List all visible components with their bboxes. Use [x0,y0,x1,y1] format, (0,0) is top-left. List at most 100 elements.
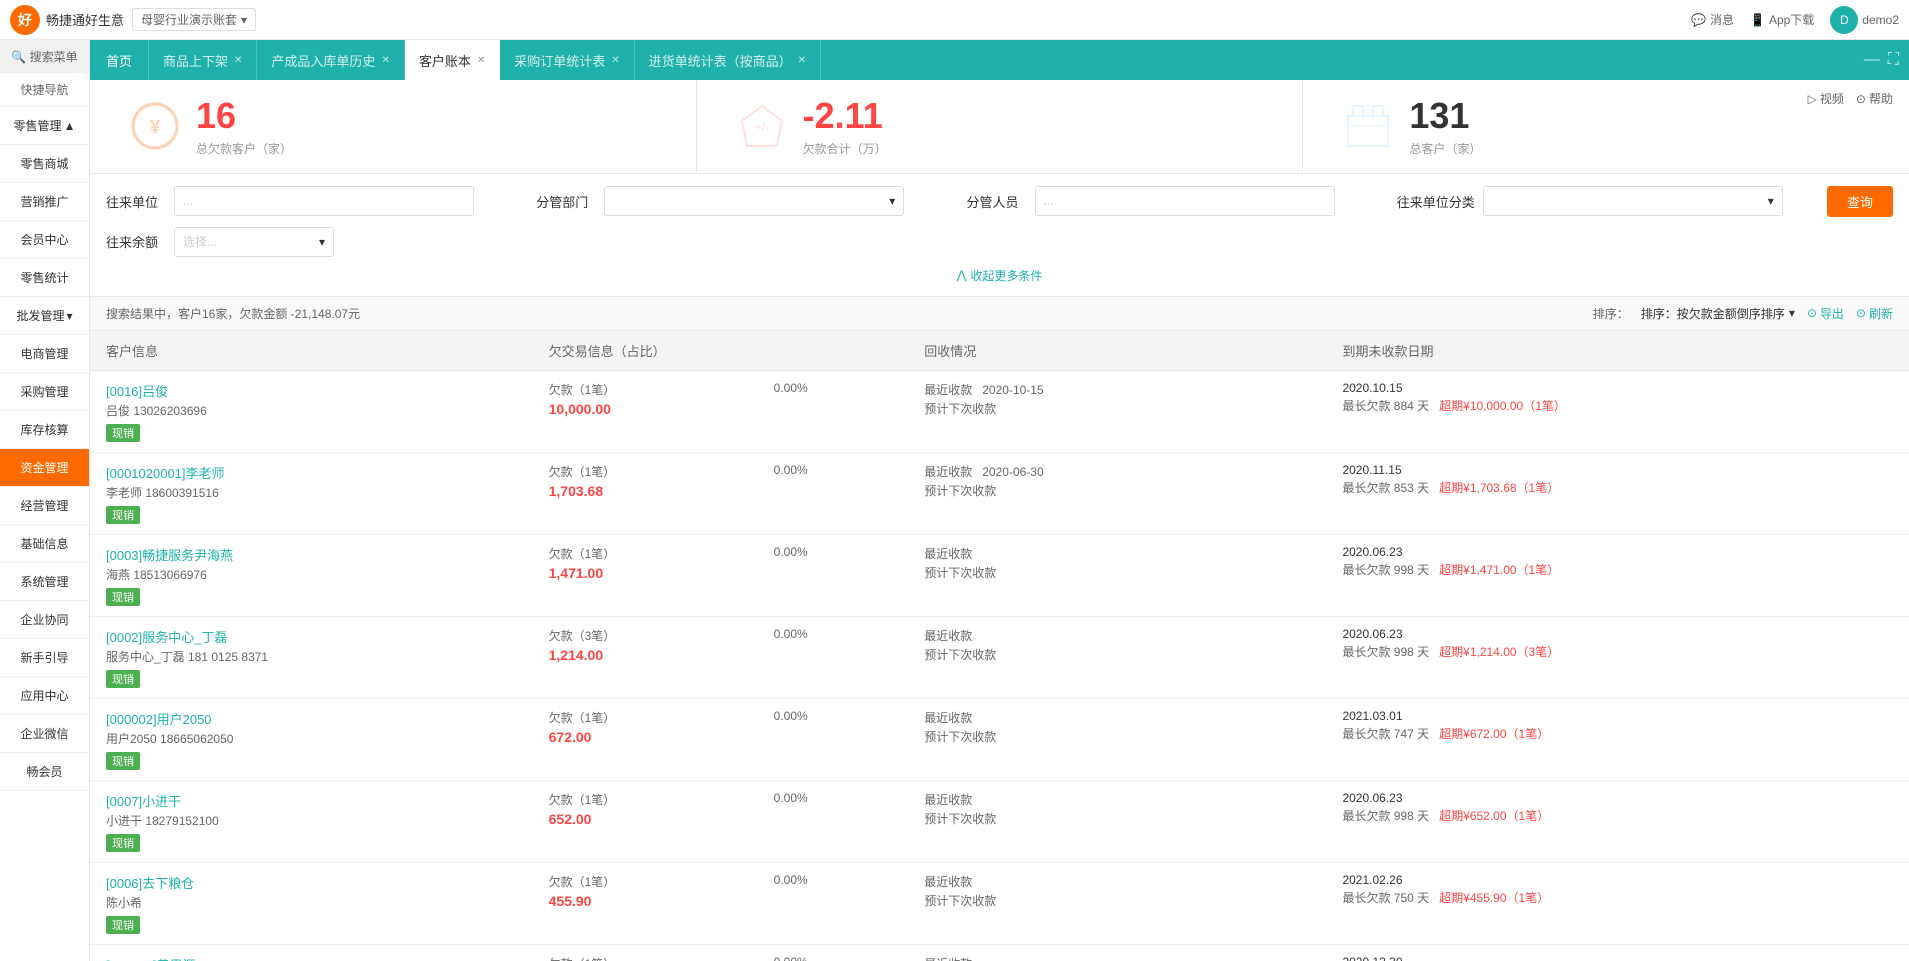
message-btn[interactable]: 💬 消息 [1691,11,1734,28]
sidebar-item-label: 营销推广 [20,195,68,209]
tab-product-shelf[interactable]: 商品上下架 ✕ [149,40,257,80]
collection-info: 最近收款 预计下次收款 [924,627,1237,663]
person-input[interactable]: ... [1035,186,1335,216]
sidebar-item-guide[interactable]: 新手引导 [0,639,89,677]
tab-purchase-stats[interactable]: 采购订单统计表 ✕ [500,40,634,80]
overdue-date: 2020.06.23 [1342,791,1893,805]
overdue-info: 2020.12.30 最长欠款 808 天 超期¥429.00（1笔） [1342,955,1893,961]
sidebar-item-label: 批发管理 [16,307,64,324]
search-button[interactable]: 查询 [1827,186,1893,217]
sidebar-item-ecommerce[interactable]: 电商管理 [0,335,89,373]
overdue-link[interactable]: 超期¥672.00（1笔） [1439,727,1549,741]
customer-name-link[interactable]: [000002]用户2050 [106,712,212,727]
sidebar-item-retail-stats[interactable]: 零售统计 [0,259,89,297]
app-download-btn[interactable]: 📱 App下载 [1750,11,1814,28]
export-btn[interactable]: ⊙ 导出 [1807,305,1844,322]
minimize-btn[interactable]: — [1864,51,1880,69]
customer-name-link[interactable]: [0016]吕俊 [106,384,168,399]
sidebar-item-app-center[interactable]: 应用中心 [0,677,89,715]
tab-purchase-product-stats[interactable]: 进货单统计表（按商品） ✕ [635,40,821,80]
tab-customer-account[interactable]: 客户账本 ✕ [405,40,500,80]
debt-count: 欠款（3笔） [549,627,742,644]
close-icon[interactable]: ✕ [381,55,389,66]
debt-percent: 0.00% [774,873,893,887]
overdue-link[interactable]: 超期¥455.90（1笔） [1439,891,1549,905]
sidebar-item-member[interactable]: 会员中心 [0,221,89,259]
next-collection: 预计下次收款 [924,810,1237,827]
overdue-cell: 2020.11.15 最长欠款 853 天 超期¥1,703.68（1笔） [1326,452,1909,534]
sidebar-item-wechat[interactable]: 企业微信 [0,715,89,753]
overdue-link[interactable]: 超期¥652.00（1笔） [1439,809,1549,823]
tab-home-label: 首页 [106,51,132,70]
maximize-btn[interactable]: ⛶ [1888,51,1899,69]
help-link[interactable]: ⊙ 帮助 [1856,90,1893,107]
sort-select[interactable]: 排序：按欠款金额倒序排序 ▾ [1641,305,1795,322]
sidebar-search[interactable]: 🔍 搜索菜单 [0,40,89,73]
sidebar-item-basic-info[interactable]: 基础信息 [0,525,89,563]
debt-percent-cell: 0.00% [758,452,909,534]
sidebar-item-inventory[interactable]: 库存核算 [0,411,89,449]
overdue-link[interactable]: 超期¥10,000.00（1笔） [1439,399,1566,413]
sidebar-item-batch-mgmt[interactable]: 批发管理 ▾ [0,297,89,335]
help-icon: ⊙ [1856,92,1866,106]
customer-name-link[interactable]: [0002]服务中心_丁磊 [106,630,227,645]
export-icon: ⊙ [1807,306,1817,320]
top-bar: 好 畅捷通好生意 母婴行业演示账套 ▾ 💬 消息 📱 App下载 D demo2 [0,0,1909,40]
overdue-link[interactable]: 超期¥1,214.00（3笔） [1439,645,1559,659]
view-link[interactable]: ▷ 视频 [1808,90,1844,107]
quick-nav-item[interactable]: 快捷导航 [0,73,89,107]
refresh-btn[interactable]: ⊙ 刷新 [1856,305,1893,322]
sidebar-item-retail-mall[interactable]: 零售商城 [0,145,89,183]
tab-home[interactable]: 首页 [90,40,149,80]
collection-extra-cell [1253,698,1326,780]
table-body: [0016]吕俊 吕俊 13026203696 现销 欠款（1笔） 10,000… [90,370,1909,961]
sidebar-item-finance[interactable]: 资金管理 [0,449,89,487]
overdue-cell: 2020.10.15 最长欠款 884 天 超期¥10,000.00（1笔） [1326,370,1909,452]
collection-label: 最近收款 [924,955,1237,961]
customer-badge: 现销 [106,752,140,770]
search-icon: 🔍 [11,50,26,64]
dept-select[interactable]: ▾ [604,186,904,216]
unit-cat-select[interactable]: ▾ [1483,186,1783,216]
customer-name-link[interactable]: [000001]黄思源 [106,958,196,961]
balance-select[interactable]: 选择... ▾ [174,227,334,257]
sidebar-item-vip[interactable]: 畅会员 [0,753,89,791]
close-icon[interactable]: ✕ [798,55,806,66]
debt-percent-cell: 0.00% [758,370,909,452]
collection-extra-cell [1253,780,1326,862]
filter-group-unit-cat: 往来单位分类 ▾ [1397,186,1811,216]
sidebar-item-label: 企业协同 [20,613,68,627]
sidebar-item-system[interactable]: 系统管理 [0,563,89,601]
customer-name-link[interactable]: [0007]小进干 [106,794,181,809]
debt-amount-label: 欠款合计（万） [803,140,887,157]
overdue-link[interactable]: 超期¥1,471.00（1笔） [1439,563,1559,577]
overdue-link[interactable]: 超期¥1,703.68（1笔） [1439,481,1559,495]
collection-extra-cell [1253,862,1326,944]
next-collection: 预计下次收款 [924,892,1237,909]
from-unit-input[interactable]: ... [174,186,474,216]
close-icon[interactable]: ✕ [611,55,619,66]
close-icon[interactable]: ✕ [234,55,242,66]
user-menu[interactable]: D demo2 [1830,6,1899,34]
collection-cell: 最近收款 预计下次收款 [908,862,1253,944]
customer-name-link[interactable]: [0001020001]李老师 [106,466,225,481]
overdue-days: 最长欠款 998 天 超期¥1,471.00（1笔） [1342,561,1893,578]
sidebar-item-purchase[interactable]: 采购管理 [0,373,89,411]
sidebar-item-retail-mgmt[interactable]: 零售管理 ▲ [0,107,89,145]
customer-badge: 现销 [106,424,140,442]
customer-info-cell: [0006]去下粮仓 陈小希 现销 [90,862,533,944]
overdue-cell: 2020.12.30 最长欠款 808 天 超期¥429.00（1笔） [1326,944,1909,961]
tab-product-history[interactable]: 产成品入库单历史 ✕ [257,40,404,80]
close-icon[interactable]: ✕ [477,55,485,66]
sidebar-item-enterprise[interactable]: 企业协同 [0,601,89,639]
customer-name-link[interactable]: [0006]去下粮仓 [106,876,194,891]
customer-info-cell: [0007]小进干 小进干 18279152100 现销 [90,780,533,862]
sidebar-item-marketing[interactable]: 营销推广 [0,183,89,221]
sidebar-item-operation[interactable]: 经营管理 [0,487,89,525]
brand-selector[interactable]: 母婴行业演示账套 ▾ [132,8,256,31]
collapse-btn[interactable]: ⋀ 收起更多条件 [106,267,1893,284]
overdue-date: 2020.11.15 [1342,463,1893,477]
app-label: App下载 [1769,11,1814,28]
debt-icon: ¥ [130,101,180,151]
customer-name-link[interactable]: [0003]畅捷服务尹海燕 [106,548,233,563]
